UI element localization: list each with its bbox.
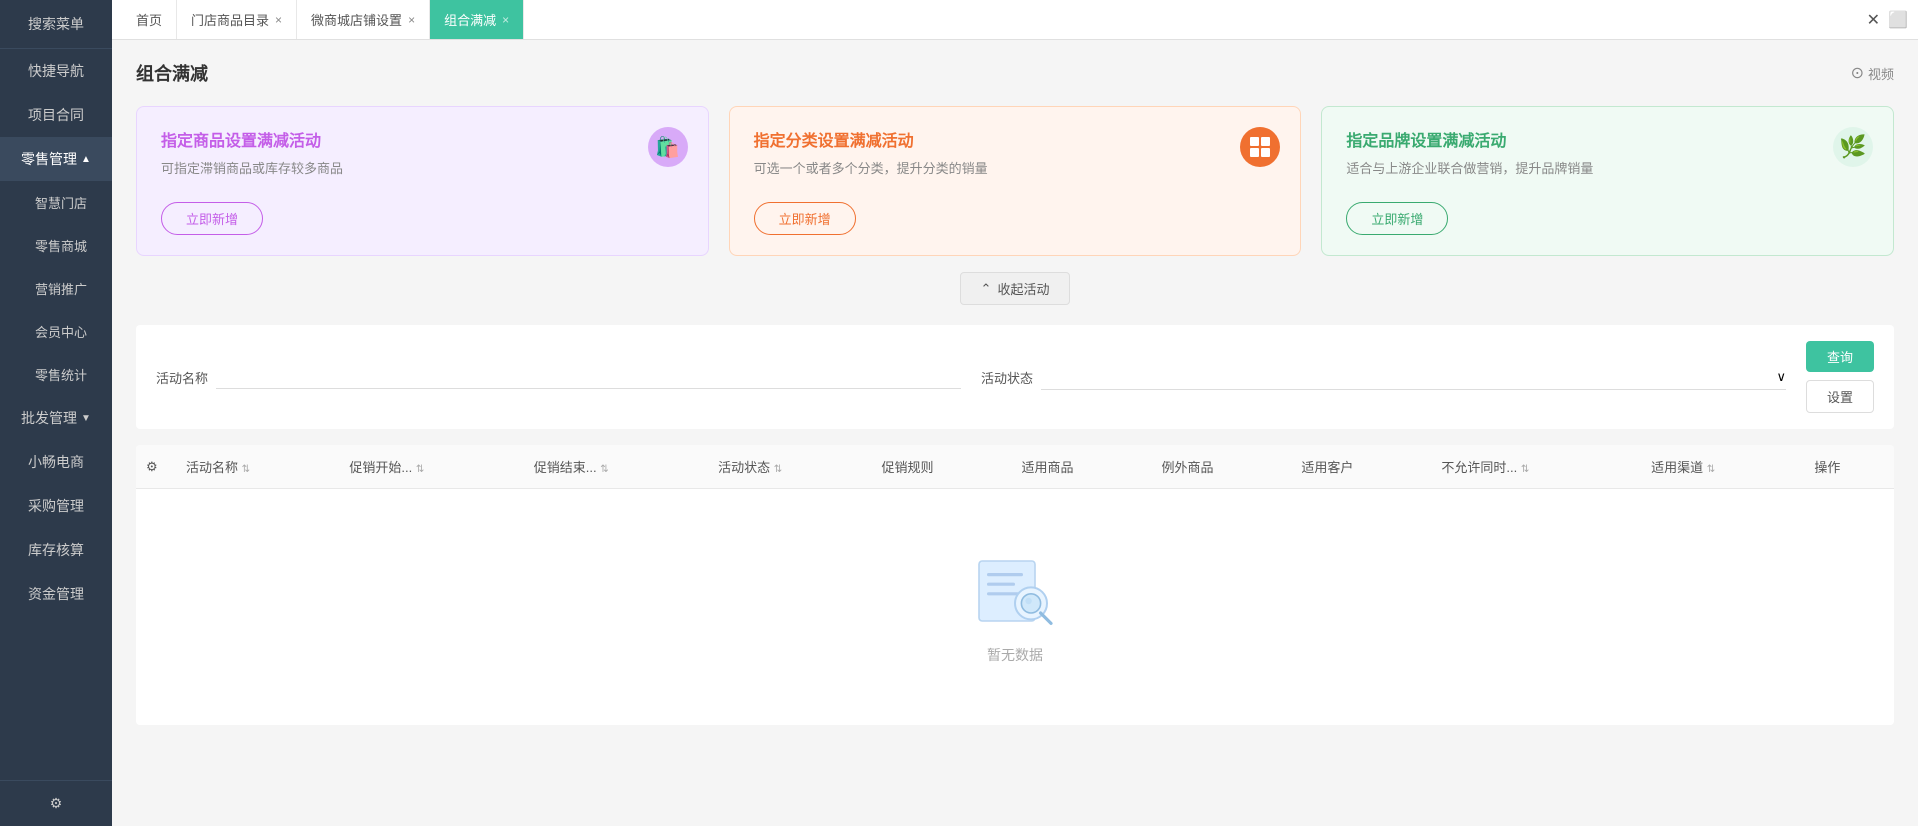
- video-link[interactable]: ⊙ 视频: [1851, 63, 1894, 83]
- product-card-add-button[interactable]: 立即新增: [161, 202, 263, 235]
- sidebar-item-xiaochang[interactable]: 小畅电商: [0, 440, 112, 484]
- activity-name-input[interactable]: [216, 365, 961, 389]
- sidebar-item-member-center[interactable]: 会员中心: [0, 310, 112, 353]
- collapse-activities-button[interactable]: ⌃ 收起活动: [960, 272, 1071, 305]
- table-header-applicable-customer: 适用客户: [1291, 445, 1431, 489]
- table-header-activity-status[interactable]: 活动状态 ⇅: [708, 445, 871, 489]
- collapse-row: ⌃ 收起活动: [136, 272, 1894, 305]
- category-card-desc: 可选一个或者多个分类，提升分类的销量: [754, 159, 1277, 180]
- sort-icon-activity-status: ⇅: [774, 464, 782, 475]
- activity-status-filter: 活动状态 ∨: [981, 365, 1786, 390]
- table-header-exception-goods: 例外商品: [1151, 445, 1291, 489]
- close-tab-store-catalog[interactable]: ×: [275, 13, 282, 27]
- tab-home[interactable]: 首页: [122, 0, 177, 39]
- close-tab-wechat-store[interactable]: ×: [408, 13, 415, 27]
- play-circle-icon: ⊙: [1851, 63, 1864, 83]
- promo-cards-row: 指定商品设置满减活动 可指定滞销商品或库存较多商品 🛍️ 立即新增 指定分类设置…: [136, 106, 1894, 256]
- sidebar-item-project-contract[interactable]: 项目合同: [0, 93, 112, 137]
- page-header: 组合满减 ⊙ 视频: [136, 60, 1894, 86]
- close-tab-combo-discount[interactable]: ×: [502, 13, 509, 27]
- category-promo-card: 指定分类设置满减活动 可选一个或者多个分类，提升分类的销量 立即新增: [729, 106, 1302, 256]
- activity-name-filter: 活动名称: [156, 365, 961, 389]
- sidebar: 搜索菜单 快捷导航 项目合同 零售管理 ▲ 智慧门店 零售商城 营销推广 会员中…: [0, 0, 112, 826]
- tab-wechat-store[interactable]: 微商城店铺设置 ×: [297, 0, 430, 39]
- sort-icon-no-concurrent: ⇅: [1521, 464, 1529, 475]
- page-title: 组合满减: [136, 60, 208, 86]
- brand-promo-card: 指定品牌设置满减活动 适合与上游企业联合做营销，提升品牌销量 🌿 立即新增: [1321, 106, 1894, 256]
- product-promo-card: 指定商品设置满减活动 可指定滞销商品或库存较多商品 🛍️ 立即新增: [136, 106, 709, 256]
- main-content: 首页 门店商品目录 × 微商城店铺设置 × 组合满减 × ✕ ⬜ 组合满减: [112, 0, 1918, 826]
- tabs-left: 首页 门店商品目录 × 微商城店铺设置 × 组合满减 ×: [122, 0, 524, 39]
- column-settings-button[interactable]: 设置: [1806, 380, 1874, 413]
- sidebar-item-marketing[interactable]: 营销推广: [0, 267, 112, 310]
- brand-card-add-button[interactable]: 立即新增: [1346, 202, 1448, 235]
- activity-table: ⚙ 活动名称 ⇅ 促销开始... ⇅ 促销结束... ⇅: [136, 445, 1894, 489]
- sidebar-search[interactable]: 搜索菜单: [0, 0, 112, 49]
- table-header-promo-start[interactable]: 促销开始... ⇅: [339, 445, 523, 489]
- product-card-desc: 可指定滞销商品或库存较多商品: [161, 159, 684, 180]
- table-header-no-concurrent[interactable]: 不允许同时... ⇅: [1431, 445, 1641, 489]
- activity-name-label: 活动名称: [156, 368, 208, 387]
- sidebar-item-purchase-mgmt[interactable]: 采购管理: [0, 484, 112, 528]
- activity-status-select[interactable]: ∨: [1041, 365, 1786, 390]
- data-table-container: ⚙ 活动名称 ⇅ 促销开始... ⇅ 促销结束... ⇅: [136, 445, 1894, 725]
- brand-card-icon: 🌿: [1833, 127, 1873, 167]
- chevron-up-icon: ▲: [81, 154, 91, 165]
- category-card-add-button[interactable]: 立即新增: [754, 202, 856, 235]
- sidebar-item-wholesale-mgmt[interactable]: 批发管理 ▼: [0, 396, 112, 440]
- table-header-activity-name[interactable]: 活动名称 ⇅: [176, 445, 339, 489]
- tabs-right: ✕ ⬜: [1867, 10, 1908, 30]
- chevron-up-icon: ⌃: [981, 281, 992, 297]
- sidebar-item-retail-mgmt[interactable]: 零售管理 ▲: [0, 137, 112, 181]
- tab-store-catalog[interactable]: 门店商品目录 ×: [177, 0, 297, 39]
- category-card-title: 指定分类设置满减活动: [754, 127, 1277, 151]
- sidebar-item-retail-mall[interactable]: 零售商城: [0, 224, 112, 267]
- table-header-promo-rules: 促销规则: [871, 445, 1011, 489]
- chevron-down-icon: ▼: [81, 413, 91, 424]
- product-card-title: 指定商品设置满减活动: [161, 127, 684, 151]
- filter-buttons: 查询 设置: [1806, 341, 1874, 413]
- query-button[interactable]: 查询: [1806, 341, 1874, 372]
- table-header-applicable-goods: 适用商品: [1011, 445, 1151, 489]
- chevron-down-icon: ∨: [1776, 369, 1786, 385]
- empty-state: 暂无数据: [136, 489, 1894, 725]
- table-header-applicable-channel[interactable]: 适用渠道 ⇅: [1641, 445, 1804, 489]
- tab-combo-discount[interactable]: 组合满减 ×: [430, 0, 524, 39]
- tabs-bar: 首页 门店商品目录 × 微商城店铺设置 × 组合满减 × ✕ ⬜: [112, 0, 1918, 40]
- brand-card-desc: 适合与上游企业联合做营销，提升品牌销量: [1346, 159, 1869, 180]
- page-content: 组合满减 ⊙ 视频 指定商品设置满减活动 可指定滞销商品或库存较多商品 🛍️ 立…: [112, 40, 1918, 826]
- empty-state-text: 暂无数据: [987, 645, 1043, 665]
- product-card-icon: 🛍️: [648, 127, 688, 167]
- table-header-operation: 操作: [1804, 445, 1894, 489]
- sidebar-item-quick-nav[interactable]: 快捷导航: [0, 49, 112, 93]
- sidebar-item-smart-store[interactable]: 智慧门店: [0, 181, 112, 224]
- sort-icon-activity-name: ⇅: [242, 464, 250, 475]
- window-close-icon[interactable]: ✕: [1867, 10, 1880, 30]
- activity-status-label: 活动状态: [981, 368, 1033, 387]
- sidebar-item-retail-stats[interactable]: 零售统计: [0, 353, 112, 396]
- settings-gear-icon[interactable]: ⚙: [0, 780, 112, 826]
- filter-row: 活动名称 活动状态 ∨ 查询 设置: [136, 325, 1894, 429]
- brand-card-title: 指定品牌设置满减活动: [1346, 127, 1869, 151]
- table-header-row: ⚙ 活动名称 ⇅ 促销开始... ⇅ 促销结束... ⇅: [136, 445, 1894, 489]
- sort-icon-promo-start: ⇅: [416, 464, 424, 475]
- sort-icon-applicable-channel: ⇅: [1707, 464, 1715, 475]
- window-maximize-icon[interactable]: ⬜: [1888, 10, 1908, 30]
- sidebar-item-inventory-calc[interactable]: 库存核算: [0, 528, 112, 572]
- sidebar-item-fund-mgmt[interactable]: 资金管理: [0, 572, 112, 616]
- table-header-gear[interactable]: ⚙: [136, 445, 176, 489]
- empty-state-icon: [965, 549, 1065, 629]
- table-header-promo-end[interactable]: 促销结束... ⇅: [524, 445, 708, 489]
- sort-icon-promo-end: ⇅: [600, 464, 608, 475]
